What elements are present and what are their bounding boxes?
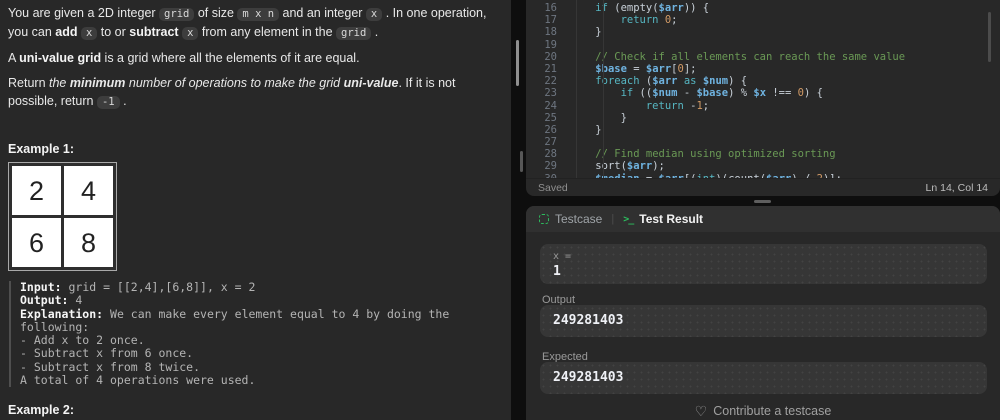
horizontal-panel-resizer[interactable] xyxy=(754,200,771,203)
line-number: 23 xyxy=(544,87,557,100)
output-value-box: 249281403 xyxy=(540,305,987,337)
problem-paragraph: A uni-value grid is a grid where all the… xyxy=(8,51,360,65)
example-line: Explanation: We can make every element e… xyxy=(20,306,457,334)
line-number: 19 xyxy=(544,38,557,51)
output-value: 249281403 xyxy=(553,313,624,328)
code-line: 23 if (($num - $base) % $x !== 0) { xyxy=(526,87,1000,99)
code-line: 19 xyxy=(526,39,1000,51)
line-number: 26 xyxy=(544,123,557,136)
grid-cell: 4 xyxy=(64,166,113,215)
problem-description-panel: You are given a 2D integer grid of size … xyxy=(0,0,511,420)
testcase-content: x = 1 Output 249281403 Expected 24928140… xyxy=(526,232,1000,420)
line-number: 18 xyxy=(544,26,557,39)
example-block: Input: grid = [[2,4],[6,8]], x = 2 Output… xyxy=(9,280,497,388)
tab-testcase[interactable]: Testcase xyxy=(539,212,602,226)
line-number: 21 xyxy=(544,62,557,75)
indent-guide xyxy=(603,0,604,178)
vertical-panel-resizer[interactable] xyxy=(520,151,523,172)
terminal-icon: >_ xyxy=(623,213,634,225)
code-line: 18 } xyxy=(526,26,1000,38)
example-line: - Subtract x from 8 twice. xyxy=(20,359,201,374)
testcase-tab-bar: Testcase | >_ Test Result xyxy=(526,206,1000,232)
example2-heading: Example 2: xyxy=(8,403,75,418)
tab-test-result[interactable]: >_ Test Result xyxy=(623,212,703,226)
input-variable-value[interactable]: 1 xyxy=(553,264,974,279)
save-status: Saved xyxy=(538,181,568,194)
tab-test-result-label: Test Result xyxy=(639,212,704,226)
tab-separator: | xyxy=(611,213,615,225)
example-line: Input: grid = [[2,4],[6,8]], x = 2 xyxy=(20,280,256,294)
cursor-position: Ln 14, Col 14 xyxy=(925,181,988,194)
code-line: 25 } xyxy=(526,112,1000,124)
contribute-testcase-button[interactable]: ♡ Contribute a testcase xyxy=(526,404,1000,418)
heart-icon: ♡ xyxy=(694,403,708,419)
code-line: 28 // Find median using optimized sortin… xyxy=(526,148,1000,160)
problem-paragraph: You are given a 2D integer grid of size … xyxy=(8,6,487,40)
input-variable-label: x = xyxy=(553,251,572,262)
expected-value-box: 249281403 xyxy=(540,362,987,394)
example-line: A total of 4 operations were used. xyxy=(20,373,256,388)
code-line: 16 if (empty($arr)) { xyxy=(526,2,1000,14)
code-line: 21 $base = $arr[0]; xyxy=(526,63,1000,75)
grid-cell: 8 xyxy=(64,218,113,267)
code-line: 27 xyxy=(526,136,1000,148)
contribute-label: Contribute a testcase xyxy=(713,404,832,418)
example1-grid-image: 2468 xyxy=(8,162,117,271)
line-number: 16 xyxy=(544,2,557,14)
line-number: 22 xyxy=(544,75,557,88)
grid-cell: 6 xyxy=(12,218,61,267)
code-line: 24 return -1; xyxy=(526,100,1000,112)
line-number: 27 xyxy=(544,136,557,149)
editor-scrollbar[interactable] xyxy=(988,12,991,62)
code-line: 26 } xyxy=(526,124,1000,136)
code-line: 20 // Check if all elements can reach th… xyxy=(526,51,1000,63)
line-number: 28 xyxy=(544,148,557,161)
editor-status-bar: Saved Ln 14, Col 14 xyxy=(526,178,1000,196)
example1-heading: Example 1: xyxy=(8,142,75,156)
testcase-input-field[interactable]: x = 1 xyxy=(540,244,987,284)
example-line: - Subtract x from 6 once. xyxy=(20,346,194,361)
indent-guide xyxy=(576,0,577,178)
line-number: 25 xyxy=(544,111,557,124)
checkbox-icon xyxy=(539,214,549,224)
code-line: 22 foreach ($arr as $num) { xyxy=(526,75,1000,87)
expected-value: 249281403 xyxy=(553,370,624,385)
line-number: 29 xyxy=(544,160,557,173)
grid-cell: 2 xyxy=(12,166,61,215)
line-number: 20 xyxy=(544,50,557,63)
line-number: 17 xyxy=(544,14,557,27)
code-lines[interactable]: 16 if (empty($arr)) {17 return 0; 18 } 19 2… xyxy=(526,0,1000,178)
problem-paragraph: Return the minimum number of operations … xyxy=(8,76,456,109)
code-line: 29 sort($arr); xyxy=(526,160,1000,172)
code-line: 17 return 0; xyxy=(526,14,1000,26)
code-editor-panel[interactable]: 16 if (empty($arr)) {17 return 0; 18 } 19 2… xyxy=(526,0,1000,196)
example-line: - Add x to 2 once. xyxy=(20,333,145,348)
example-line: Output: 4 xyxy=(20,293,83,308)
line-number: 24 xyxy=(544,99,557,112)
tab-testcase-label: Testcase xyxy=(555,212,603,226)
left-panel-scrollbar[interactable] xyxy=(516,40,519,86)
testcase-panel: Testcase | >_ Test Result x = 1 Output 2… xyxy=(526,206,1000,420)
